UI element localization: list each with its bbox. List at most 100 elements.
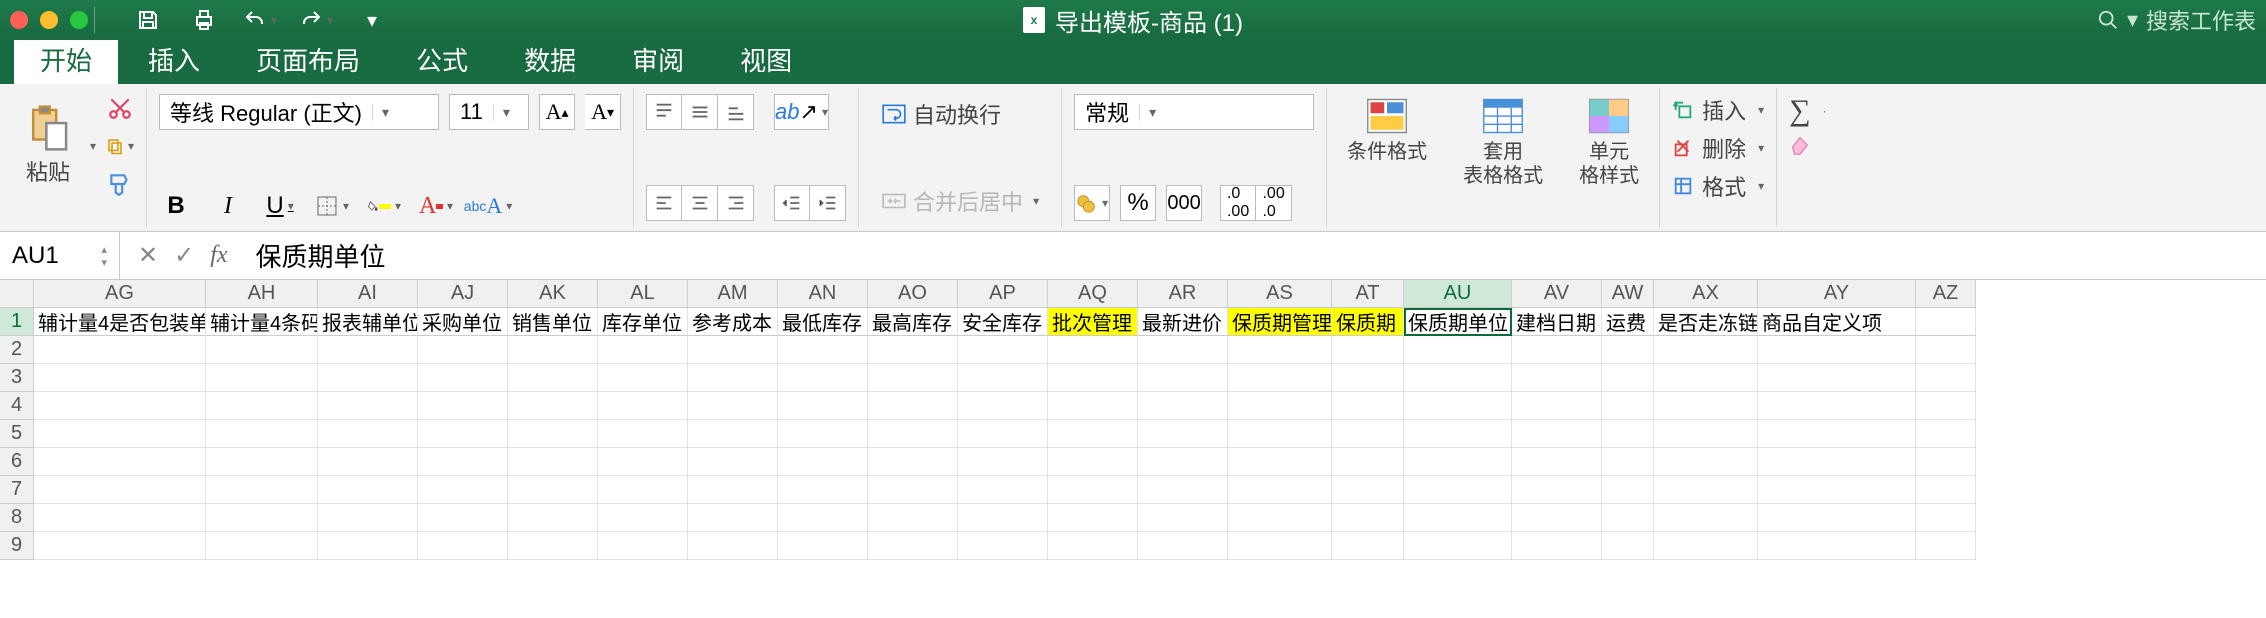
fill-color-button[interactable]: ▾ xyxy=(367,191,401,221)
cell[interactable] xyxy=(868,364,958,392)
cell[interactable] xyxy=(1332,504,1404,532)
cell[interactable] xyxy=(1138,532,1228,560)
bold-button[interactable]: B xyxy=(159,191,193,221)
cell[interactable] xyxy=(318,364,418,392)
tab-page-layout[interactable]: 页面布局 xyxy=(230,33,386,84)
accept-formula-button[interactable]: ✓ xyxy=(174,241,194,270)
cell[interactable] xyxy=(418,392,508,420)
cell[interactable] xyxy=(1916,532,1976,560)
search-box[interactable]: ▾ 搜索工作表 xyxy=(2097,4,2256,36)
cell[interactable] xyxy=(1228,336,1332,364)
cell[interactable] xyxy=(1228,476,1332,504)
column-header[interactable]: AN xyxy=(778,280,868,308)
cell[interactable] xyxy=(1512,532,1602,560)
cell[interactable] xyxy=(868,476,958,504)
cell[interactable] xyxy=(688,336,778,364)
cell[interactable] xyxy=(1602,420,1654,448)
cell[interactable] xyxy=(1654,336,1758,364)
cell[interactable] xyxy=(34,476,206,504)
italic-button[interactable]: I xyxy=(211,191,245,221)
tab-data[interactable]: 数据 xyxy=(498,33,602,84)
cell[interactable] xyxy=(1916,448,1976,476)
cell[interactable] xyxy=(206,336,318,364)
cell[interactable] xyxy=(1404,364,1512,392)
column-header[interactable]: AQ xyxy=(1048,280,1138,308)
cell[interactable] xyxy=(418,448,508,476)
cell[interactable] xyxy=(688,504,778,532)
column-header[interactable]: AP xyxy=(958,280,1048,308)
cancel-formula-button[interactable]: ✕ xyxy=(138,241,158,270)
wrap-text-button[interactable]: 自动换行 xyxy=(871,94,1049,134)
qat-customize-icon[interactable]: ▾ xyxy=(355,5,389,35)
align-center-button[interactable] xyxy=(682,185,718,221)
column-header[interactable]: AV xyxy=(1512,280,1602,308)
cell[interactable] xyxy=(1228,532,1332,560)
redo-button[interactable]: ▾ xyxy=(299,5,333,35)
zoom-window-button[interactable] xyxy=(70,11,88,29)
cell[interactable] xyxy=(508,476,598,504)
cell[interactable] xyxy=(1916,364,1976,392)
increase-font-button[interactable]: A▴ xyxy=(539,94,575,130)
cell[interactable] xyxy=(598,392,688,420)
cell[interactable] xyxy=(206,420,318,448)
cell[interactable] xyxy=(1048,504,1138,532)
cell[interactable] xyxy=(418,420,508,448)
cell[interactable] xyxy=(34,448,206,476)
cell[interactable] xyxy=(1332,336,1404,364)
cell[interactable] xyxy=(778,336,868,364)
cell[interactable] xyxy=(958,504,1048,532)
cell[interactable]: 保质期管理 xyxy=(1228,308,1332,336)
cell[interactable] xyxy=(1512,420,1602,448)
column-header[interactable]: AG xyxy=(34,280,206,308)
cell[interactable] xyxy=(1332,420,1404,448)
format-cells-button[interactable]: 格式▾ xyxy=(1672,170,1764,202)
cell[interactable] xyxy=(318,532,418,560)
cell[interactable] xyxy=(1332,392,1404,420)
print-icon[interactable] xyxy=(187,5,221,35)
column-header[interactable]: AX xyxy=(1654,280,1758,308)
cell[interactable] xyxy=(508,448,598,476)
cell[interactable] xyxy=(958,336,1048,364)
row-header[interactable]: 5 xyxy=(0,420,34,448)
cell[interactable] xyxy=(958,476,1048,504)
increase-decimal-button[interactable]: .0.00 xyxy=(1220,185,1256,221)
currency-button[interactable]: ▾ xyxy=(1074,185,1110,221)
cell[interactable]: 采购单位 xyxy=(418,308,508,336)
cell[interactable] xyxy=(418,336,508,364)
cell[interactable]: 保质期 xyxy=(1332,308,1404,336)
paste-dropdown[interactable]: ▾ xyxy=(90,139,96,153)
cell[interactable] xyxy=(868,336,958,364)
column-header[interactable]: AI xyxy=(318,280,418,308)
close-window-button[interactable] xyxy=(10,11,28,29)
minimize-window-button[interactable] xyxy=(40,11,58,29)
cell[interactable]: 保质期单位 xyxy=(1404,308,1512,336)
cell[interactable] xyxy=(1138,364,1228,392)
cell[interactable] xyxy=(868,392,958,420)
row-header[interactable]: 3 xyxy=(0,364,34,392)
paste-button[interactable]: 粘贴 xyxy=(20,101,76,191)
column-header[interactable]: AJ xyxy=(418,280,508,308)
number-format-combo[interactable]: 常规 ▾ xyxy=(1074,94,1314,130)
cell[interactable] xyxy=(206,476,318,504)
cell[interactable] xyxy=(958,392,1048,420)
column-header[interactable]: AM xyxy=(688,280,778,308)
align-left-button[interactable] xyxy=(646,185,682,221)
delete-cells-button[interactable]: 删除▾ xyxy=(1672,132,1764,164)
row-header[interactable]: 2 xyxy=(0,336,34,364)
spreadsheet-grid[interactable]: AGAHAIAJAKALAMANAOAPAQARASATAUAVAWAXAYAZ… xyxy=(0,280,2266,618)
insert-cells-button[interactable]: 插入▾ xyxy=(1672,94,1764,126)
comma-button[interactable]: 000 xyxy=(1166,185,1202,221)
column-header[interactable]: AH xyxy=(206,280,318,308)
select-all-corner[interactable] xyxy=(0,280,34,308)
cell[interactable] xyxy=(508,420,598,448)
cell[interactable] xyxy=(1404,448,1512,476)
cell[interactable] xyxy=(1138,476,1228,504)
cell[interactable] xyxy=(1332,532,1404,560)
autosum-button[interactable]: ∑· xyxy=(1789,94,1826,128)
row-header[interactable]: 1 xyxy=(0,308,34,336)
increase-indent-button[interactable] xyxy=(810,185,846,221)
cell[interactable] xyxy=(1048,336,1138,364)
merge-center-button[interactable]: 合并后居中 ▾ xyxy=(871,181,1049,221)
column-header[interactable]: AT xyxy=(1332,280,1404,308)
copy-button[interactable]: ▾ xyxy=(106,132,134,160)
